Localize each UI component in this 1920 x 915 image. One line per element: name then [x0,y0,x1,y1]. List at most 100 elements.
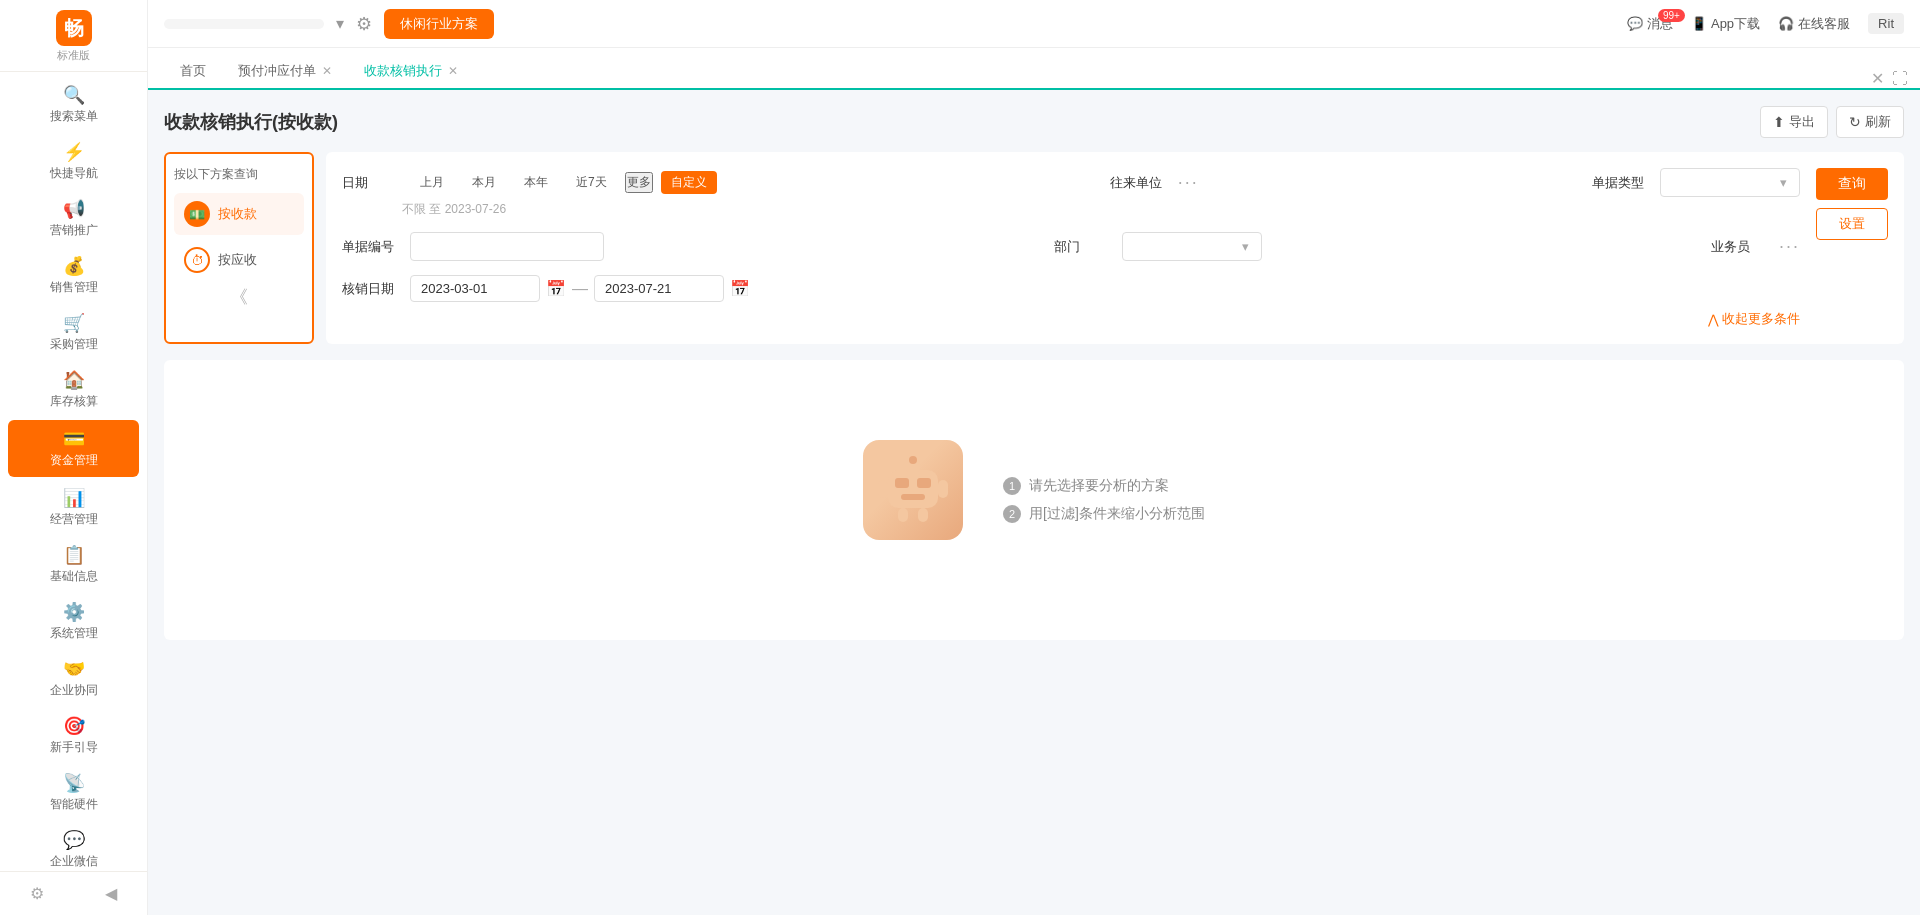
sidebar-item-7[interactable]: 📊经营管理 [0,479,147,536]
filter-actions-row: ⋀ 收起更多条件 [342,310,1800,328]
solution-button[interactable]: 休闲行业方案 [384,9,494,39]
date-this-month[interactable]: 本月 [462,171,506,194]
tab-bar: 首页 预付冲应付单 ✕ 收款核销执行 ✕ ✕ ⛶ [148,48,1920,90]
sidebar-item-9[interactable]: ⚙️ 系统管理 [0,593,147,650]
logo-icon: 畅 [56,10,92,46]
page-content: 收款核销执行(按收款) ⬆ 导出 ↻ 刷新 按以下方案查询 💵 按收款 [148,90,1920,915]
date-7days[interactable]: 近7天 [566,171,617,194]
date-last-month[interactable]: 上月 [410,171,454,194]
filter-form-top: 日期 上月 本月 本年 近7天 更多 自定义 往来 [342,168,1888,328]
sidebar-item-11[interactable]: 🎯新手引导 [0,707,147,764]
sidebar-item-10[interactable]: 🤝 企业协同 [0,650,147,707]
tab-verify[interactable]: 收款核销执行 ✕ [348,54,474,90]
app-download-button[interactable]: 📱 App下载 [1691,15,1760,33]
empty-hints: 1 请先选择要分析的方案 2 用[过滤]条件来缩小分析范围 [1003,477,1205,523]
sidebar-item-3[interactable]: 💰销售管理 [0,247,147,304]
counterparty-input[interactable]: ··· [1178,172,1199,193]
filter-row-2: 单据编号 部门 ▾ 业务员 ··· [342,232,1800,261]
sidebar-item-6[interactable]: 💳资金管理 [8,420,139,477]
doc-type-select[interactable]: ▾ [1660,168,1800,197]
user-menu[interactable]: Rit [1868,13,1904,34]
nav-icon-5: 🏠 [63,369,85,391]
nav-icon-7: 📊 [63,487,85,509]
nav-icon-4: 🛒 [63,312,85,334]
doc-no-input[interactable] [410,232,604,261]
settings-icon[interactable]: ⚙ [30,884,44,903]
staff-input[interactable]: ··· [1779,236,1800,257]
nav-icon-10: 🤝 [63,658,85,680]
nav-label-0: 搜索菜单 [50,108,98,125]
verify-date-end-input[interactable] [594,275,724,302]
tab-verify-close-icon[interactable]: ✕ [448,64,458,78]
online-service-button[interactable]: 🎧 在线客服 [1778,15,1850,33]
date-custom-btn[interactable]: 自定义 [661,171,717,194]
page-header: 收款核销执行(按收款) ⬆ 导出 ↻ 刷新 [164,106,1904,138]
filter-by-receipt[interactable]: 💵 按收款 [174,193,304,235]
tab-prepay-close-icon[interactable]: ✕ [322,64,332,78]
nav-icon-6: 💳 [63,428,85,450]
verify-date-end-cal-icon[interactable]: 📅 [730,279,750,298]
nav-label-1: 快捷导航 [50,165,98,182]
nav-label-4: 采购管理 [50,336,98,353]
query-button[interactable]: 查询 [1816,168,1888,200]
svg-rect-6 [878,480,888,498]
hint-text-2: 用[过滤]条件来缩小分析范围 [1029,505,1205,523]
sidebar-nav: 🔍搜索菜单 ⚡ 快捷导航 📢营销推广💰销售管理 🛒 采购管理 🏠 库存核算 💳资金管理📊经营管理… [0,72,147,871]
main-area: ▾ ⚙ 休闲行业方案 💬 消息 99+ 📱 App下载 🎧 在线客服 Rit 首… [148,0,1920,915]
messages-button[interactable]: 💬 消息 99+ [1627,15,1673,33]
filter-rows: 日期 上月 本月 本年 近7天 更多 自定义 往来 [342,168,1800,302]
topbar-chevron-icon[interactable]: ▾ [336,14,344,33]
sidebar-item-8[interactable]: 📋基础信息 [0,536,147,593]
dept-select[interactable]: ▾ [1122,232,1262,261]
verify-date-start-cal-icon[interactable]: 📅 [546,279,566,298]
empty-state: 1 请先选择要分析的方案 2 用[过滤]条件来缩小分析范围 [164,360,1904,640]
filter-by-receivable[interactable]: ⏱ 按应收 [174,239,304,281]
sidebar-item-4[interactable]: 🛒 采购管理 [0,304,147,361]
sidebar: 畅 标准版 🔍搜索菜单⚡快捷导航📢营销推广💰销售管理🛒采购管理🏠库存核算💳资金管… [0,0,148,915]
sidebar-item-12[interactable]: 📡智能硬件 [0,764,147,821]
robot-svg [873,450,953,530]
sidebar-item-1[interactable]: ⚡ 快捷导航 [0,133,147,190]
collapse-more-button[interactable]: ⋀ 收起更多条件 [1708,310,1800,328]
svg-rect-9 [918,508,928,522]
nav-icon-3: 💰 [63,255,85,277]
collapse-sidebar-icon[interactable]: ◀ [105,884,117,903]
nav-icon-1: ⚡ [63,141,85,163]
export-button[interactable]: ⬆ 导出 [1760,106,1828,138]
app-download-label: App下载 [1711,15,1760,33]
nav-icon-13: 💬 [63,829,85,851]
nav-label-10: 企业协同 [50,682,98,699]
tab-verify-label: 收款核销执行 [364,62,442,80]
sidebar-item-2[interactable]: 📢营销推广 [0,190,147,247]
refresh-button[interactable]: ↻ 刷新 [1836,106,1904,138]
sidebar-item-13[interactable]: 💬 企业微信 [0,821,147,871]
tab-expand-icon[interactable]: ⛶ [1892,70,1908,88]
sidebar-item-5[interactable]: 🏠 库存核算 [0,361,147,418]
empty-hint-2: 2 用[过滤]条件来缩小分析范围 [1003,505,1205,523]
filter-row-3: 核销日期 📅 — 📅 [342,275,1800,302]
sidebar-item-0[interactable]: 🔍搜索菜单 [0,76,147,133]
set-button[interactable]: 设置 [1816,208,1888,240]
page-actions: ⬆ 导出 ↻ 刷新 [1760,106,1904,138]
date-this-year[interactable]: 本年 [514,171,558,194]
date-more-btn[interactable]: 更多 [625,172,653,193]
svg-rect-2 [917,478,931,488]
topbar-search-display[interactable] [164,19,324,29]
date-nolimit: 不限 至 2023-07-26 [402,201,1800,218]
tab-prepay[interactable]: 预付冲应付单 ✕ [222,54,348,90]
service-label: 在线客服 [1798,15,1850,33]
svg-rect-3 [901,494,925,500]
nav-label-9: 系统管理 [50,625,98,642]
nav-label-5: 库存核算 [50,393,98,410]
filter-panel-collapse-btn[interactable]: 《 [174,285,304,309]
nav-icon-9: ⚙️ [63,601,85,623]
empty-robot-illustration [863,440,963,540]
tab-home[interactable]: 首页 [164,54,222,90]
hint-number-1: 1 [1003,477,1021,495]
topbar-gear-icon[interactable]: ⚙ [356,13,372,35]
tabbar-actions: ✕ ⛶ [1871,69,1920,88]
doc-type-label: 单据类型 [1592,174,1644,192]
tab-close-all-icon[interactable]: ✕ [1871,69,1884,88]
nav-label-13: 企业微信 [50,853,98,870]
verify-date-start-input[interactable] [410,275,540,302]
